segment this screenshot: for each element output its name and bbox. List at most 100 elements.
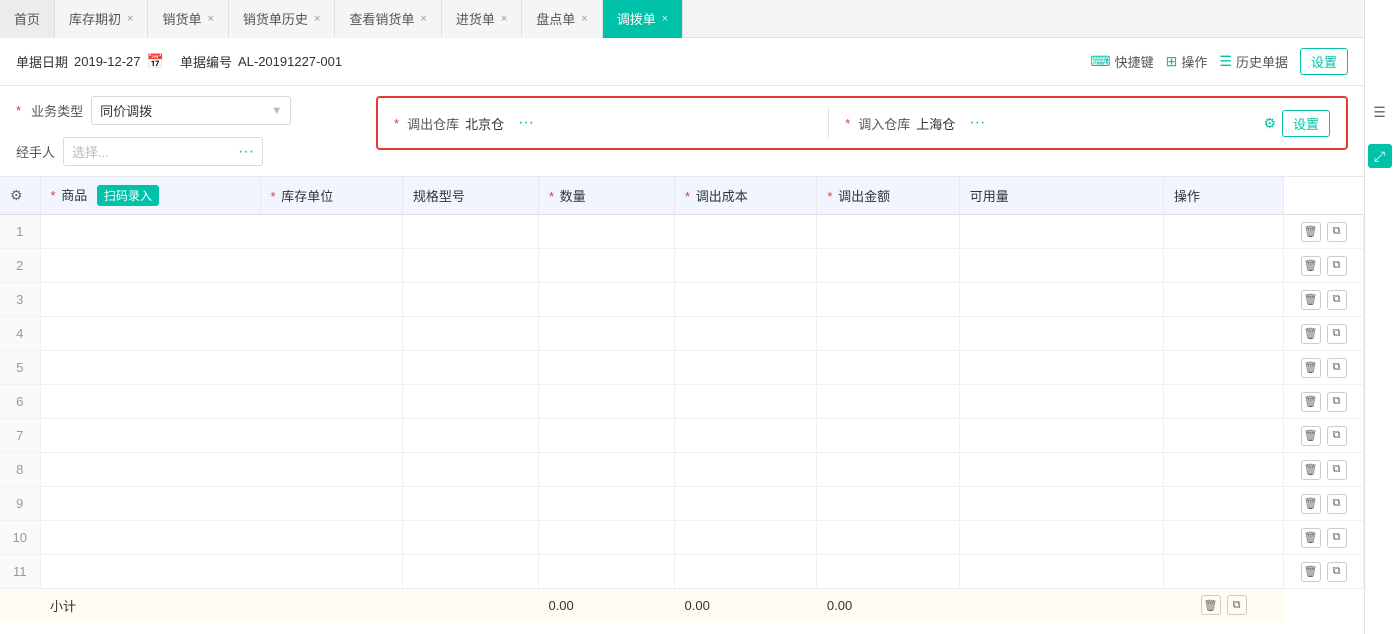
row-copy-icon[interactable]: ⧉	[1327, 460, 1347, 480]
row-spec[interactable]	[538, 453, 674, 487]
row-amount[interactable]	[959, 215, 1163, 249]
row-trash-icon[interactable]: 🗑	[1301, 528, 1321, 548]
row-qty[interactable]	[675, 487, 817, 521]
row-amount[interactable]	[959, 249, 1163, 283]
row-qty[interactable]	[675, 453, 817, 487]
row-qty[interactable]	[675, 215, 817, 249]
row-cost[interactable]	[817, 317, 959, 351]
row-cost[interactable]	[817, 487, 959, 521]
tab-count[interactable]: 盘点单 ×	[522, 0, 602, 38]
row-qty[interactable]	[675, 385, 817, 419]
row-spec[interactable]	[538, 555, 674, 589]
handler-select[interactable]: 选择... ···	[63, 137, 263, 166]
row-amount[interactable]	[959, 317, 1163, 351]
row-copy-icon[interactable]: ⧉	[1327, 528, 1347, 548]
warehouse-in-more-icon[interactable]: ···	[969, 114, 985, 132]
row-qty[interactable]	[675, 283, 817, 317]
row-amount[interactable]	[959, 385, 1163, 419]
row-product[interactable]	[40, 419, 402, 453]
row-copy-icon[interactable]: ⧉	[1327, 494, 1347, 514]
tab-inventory-init-close[interactable]: ×	[127, 13, 133, 25]
row-product[interactable]	[40, 351, 402, 385]
tab-sales-history-close[interactable]: ×	[314, 13, 320, 25]
table-setting-button[interactable]: 设置	[1282, 110, 1330, 137]
row-spec[interactable]	[538, 351, 674, 385]
row-unit[interactable]	[402, 317, 538, 351]
row-unit[interactable]	[402, 453, 538, 487]
row-unit[interactable]	[402, 419, 538, 453]
row-cost[interactable]	[817, 453, 959, 487]
row-amount[interactable]	[959, 419, 1163, 453]
row-trash-icon[interactable]: 🗑	[1301, 426, 1321, 446]
row-qty[interactable]	[675, 317, 817, 351]
operations-button[interactable]: ⊞ 操作	[1166, 52, 1208, 71]
tab-inventory-init[interactable]: 库存期初 ×	[55, 0, 148, 38]
row-cost[interactable]	[817, 555, 959, 589]
row-qty[interactable]	[675, 555, 817, 589]
row-cost[interactable]	[817, 521, 959, 555]
row-spec[interactable]	[538, 487, 674, 521]
row-copy-icon[interactable]: ⧉	[1327, 324, 1347, 344]
row-trash-icon[interactable]: 🗑	[1301, 494, 1321, 514]
subtotal-trash-icon[interactable]: 🗑	[1201, 595, 1221, 615]
business-type-select[interactable]: 同价调拨 ▼	[91, 96, 291, 125]
row-unit[interactable]	[402, 283, 538, 317]
row-trash-icon[interactable]: 🗑	[1301, 562, 1321, 582]
tab-view-sales[interactable]: 查看销货单 ×	[335, 0, 441, 38]
tab-purchase-close[interactable]: ×	[501, 13, 507, 25]
tab-sales-order-close[interactable]: ×	[207, 13, 213, 25]
warehouse-out-more-icon[interactable]: ···	[518, 114, 534, 132]
row-product[interactable]	[40, 283, 402, 317]
row-copy-icon[interactable]: ⧉	[1327, 562, 1347, 582]
row-amount[interactable]	[959, 521, 1163, 555]
row-cost[interactable]	[817, 351, 959, 385]
row-trash-icon[interactable]: 🗑	[1301, 324, 1321, 344]
row-copy-icon[interactable]: ⧉	[1327, 426, 1347, 446]
col-gear[interactable]: ⚙	[0, 177, 40, 215]
row-cost[interactable]	[817, 249, 959, 283]
row-qty[interactable]	[675, 351, 817, 385]
row-product[interactable]	[40, 521, 402, 555]
row-unit[interactable]	[402, 487, 538, 521]
history-button[interactable]: ☰ 历史单据	[1219, 52, 1288, 71]
row-product[interactable]	[40, 555, 402, 589]
sidebar-expand-icon[interactable]: ⤢	[1368, 144, 1392, 168]
row-amount[interactable]	[959, 453, 1163, 487]
row-amount[interactable]	[959, 487, 1163, 521]
row-qty[interactable]	[675, 419, 817, 453]
row-copy-icon[interactable]: ⧉	[1327, 358, 1347, 378]
row-unit[interactable]	[402, 351, 538, 385]
shortcut-button[interactable]: ⌨ 快捷键	[1090, 52, 1153, 71]
subtotal-copy-icon[interactable]: ⧉	[1227, 595, 1247, 615]
row-trash-icon[interactable]: 🗑	[1301, 222, 1321, 242]
row-cost[interactable]	[817, 385, 959, 419]
tab-transfer[interactable]: 调拨单 ×	[603, 0, 683, 38]
row-product[interactable]	[40, 385, 402, 419]
handler-more-icon[interactable]: ···	[238, 143, 254, 161]
row-trash-icon[interactable]: 🗑	[1301, 358, 1321, 378]
tab-home[interactable]: 首页	[0, 0, 55, 38]
tab-sales-order[interactable]: 销货单 ×	[148, 0, 228, 38]
row-trash-icon[interactable]: 🗑	[1301, 290, 1321, 310]
row-spec[interactable]	[538, 419, 674, 453]
row-product[interactable]	[40, 215, 402, 249]
row-cost[interactable]	[817, 419, 959, 453]
row-spec[interactable]	[538, 283, 674, 317]
scan-button[interactable]: 扫码录入	[97, 185, 159, 206]
row-copy-icon[interactable]: ⧉	[1327, 392, 1347, 412]
row-product[interactable]	[40, 249, 402, 283]
row-spec[interactable]	[538, 521, 674, 555]
row-unit[interactable]	[402, 555, 538, 589]
row-cost[interactable]	[817, 215, 959, 249]
row-unit[interactable]	[402, 249, 538, 283]
setting-button[interactable]: 设置	[1300, 48, 1348, 75]
row-spec[interactable]	[538, 317, 674, 351]
row-spec[interactable]	[538, 215, 674, 249]
table-gear-icon[interactable]: ⚙	[10, 187, 23, 203]
tab-count-close[interactable]: ×	[581, 13, 587, 25]
calendar-icon[interactable]: 📅	[147, 53, 164, 70]
tab-sales-history[interactable]: 销货单历史 ×	[229, 0, 335, 38]
row-qty[interactable]	[675, 249, 817, 283]
row-cost[interactable]	[817, 283, 959, 317]
tab-purchase[interactable]: 进货单 ×	[442, 0, 522, 38]
